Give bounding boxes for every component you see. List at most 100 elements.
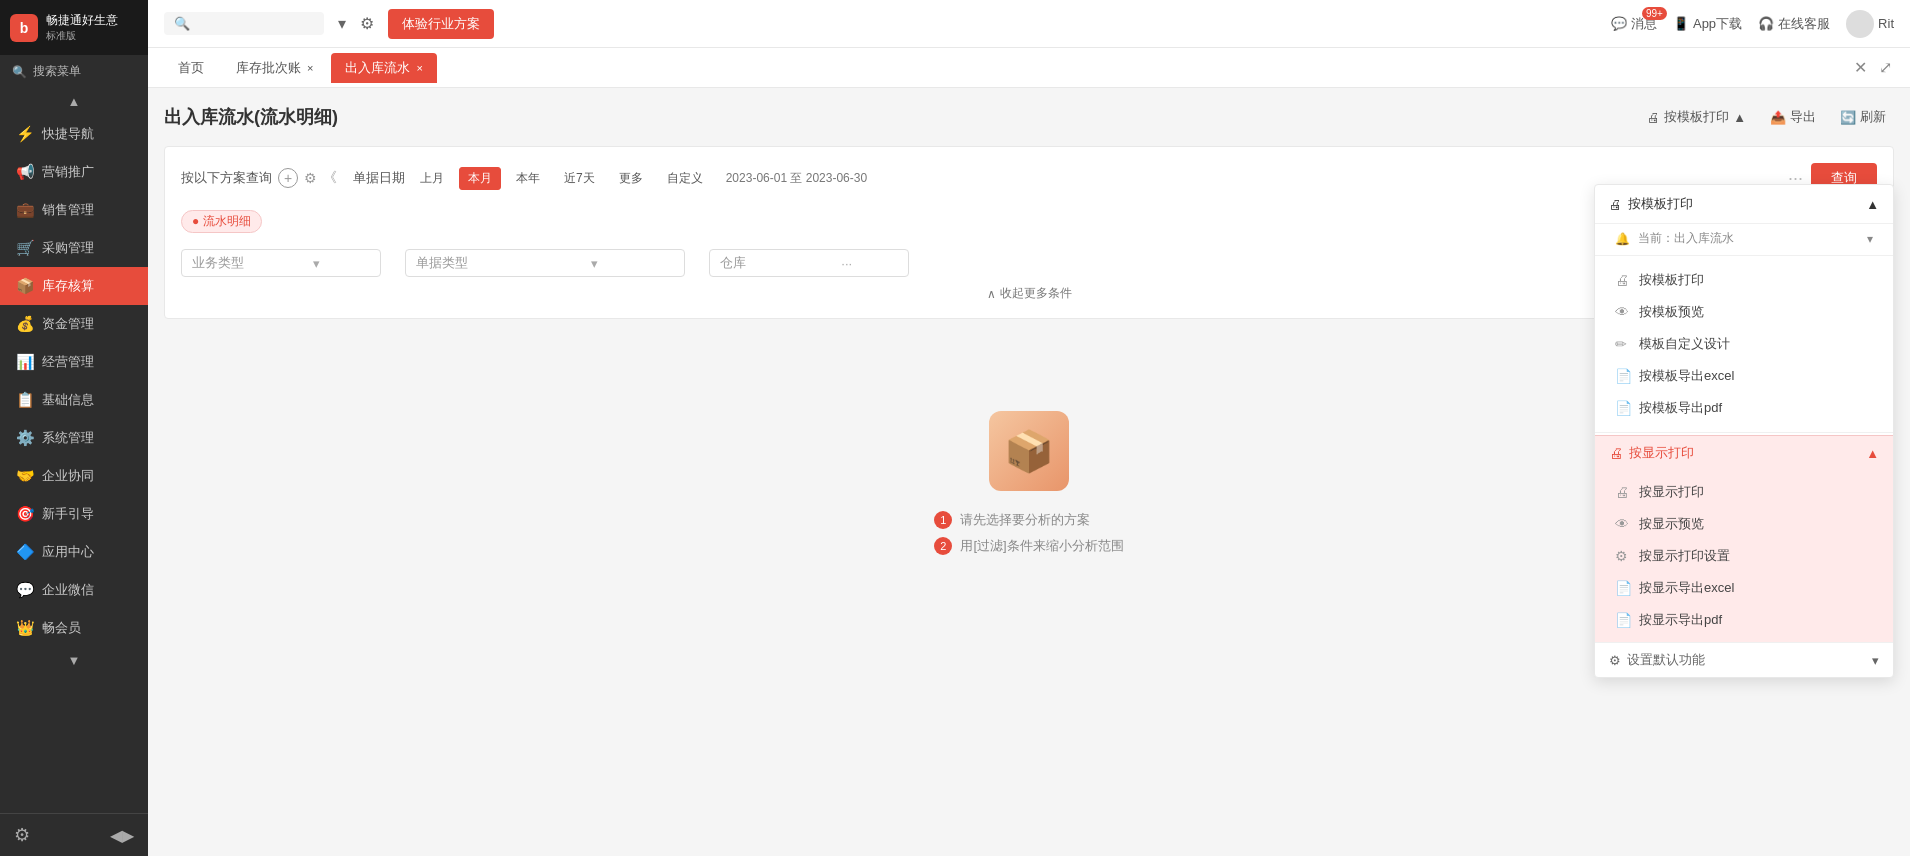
marketing-icon: 📢 bbox=[16, 163, 34, 181]
dropdown-template-excel[interactable]: 📄 按模板导出excel bbox=[1595, 360, 1893, 392]
sidebar-scroll-down[interactable]: ▼ bbox=[0, 647, 148, 674]
date-btn-more[interactable]: 更多 bbox=[610, 167, 652, 190]
window-close-btn[interactable]: ✕ bbox=[1852, 56, 1869, 79]
topbar-settings-icon[interactable]: ⚙ bbox=[356, 10, 378, 37]
dropdown-template-design[interactable]: ✏ 模板自定义设计 bbox=[1595, 328, 1893, 360]
export-icon: 📤 bbox=[1770, 110, 1786, 125]
window-expand-btn[interactable]: ⤢ bbox=[1877, 56, 1894, 79]
dropdown-display-preview[interactable]: 👁 按显示预览 bbox=[1595, 508, 1893, 540]
template-preview-icon: 👁 bbox=[1615, 304, 1631, 320]
dropdown-display-excel[interactable]: 📄 按显示导出excel bbox=[1595, 572, 1893, 604]
tab-home[interactable]: 首页 bbox=[164, 53, 218, 83]
sidebar-item-cooperation[interactable]: 🤝 企业协同 bbox=[0, 457, 148, 495]
sidebar-item-guide[interactable]: 🎯 新手引导 bbox=[0, 495, 148, 533]
filter-tag-flow-detail[interactable]: ● 流水明细 bbox=[181, 210, 262, 233]
step-1-num: 1 bbox=[934, 511, 952, 529]
warehouse-select[interactable]: 仓库 ··· bbox=[709, 249, 909, 277]
sidebar-item-finance[interactable]: 💰 资金管理 bbox=[0, 305, 148, 343]
wechat-icon: 💬 bbox=[16, 581, 34, 599]
topbar: 🔍 ▾ ⚙ 体验行业方案 💬 消息 99+ 📱 App下载 🎧 在线客服 bbox=[148, 0, 1910, 48]
headset-icon: 🎧 bbox=[1758, 16, 1774, 31]
divider-1 bbox=[1595, 255, 1893, 256]
display-settings-icon: ⚙ bbox=[1615, 548, 1631, 564]
date-btn-7days[interactable]: 近7天 bbox=[555, 167, 604, 190]
dropdown-display-pdf[interactable]: 📄 按显示导出pdf bbox=[1595, 604, 1893, 636]
footer-dropdown-icon: ▾ bbox=[1872, 653, 1879, 668]
sidebar-item-marketing[interactable]: 📢 营销推广 bbox=[0, 153, 148, 191]
topbar-dropdown-icon[interactable]: ▾ bbox=[334, 10, 350, 37]
app-download-icon: 📱 bbox=[1673, 16, 1689, 31]
print-button[interactable]: 🖨 按模板打印 ▲ bbox=[1639, 104, 1754, 130]
filter-section-label: 按以下方案查询 bbox=[181, 169, 272, 187]
topbar-message[interactable]: 💬 消息 99+ bbox=[1611, 15, 1657, 33]
biz-type-dropdown-icon: ▾ bbox=[313, 256, 370, 271]
date-btn-custom[interactable]: 自定义 bbox=[658, 167, 712, 190]
dropdown-template-print[interactable]: 🖨 按模板打印 bbox=[1595, 264, 1893, 296]
dropdown-template-pdf[interactable]: 📄 按模板导出pdf bbox=[1595, 392, 1893, 424]
sidebar: b 畅捷通好生意 标准版 🔍 搜索菜单 ▲ ⚡ 快捷导航 📢 营销推广 💼 销售… bbox=[0, 0, 148, 856]
sidebar-item-inventory[interactable]: 📦 库存核算 bbox=[0, 267, 148, 305]
sidebar-item-wechat[interactable]: 💬 企业微信 bbox=[0, 571, 148, 609]
tab-flow-close-icon[interactable]: × bbox=[416, 62, 422, 74]
guide-icon: 🎯 bbox=[16, 505, 34, 523]
display-print-header-icon: 🖨 bbox=[1609, 445, 1623, 461]
sidebar-collapse-icon[interactable]: ◀▶ bbox=[110, 826, 134, 845]
dropdown-display-print-header[interactable]: 🖨 按显示打印 ▲ bbox=[1595, 435, 1893, 470]
dropdown-footer[interactable]: ⚙ 设置默认功能 ▾ bbox=[1595, 642, 1893, 677]
sidebar-item-basic[interactable]: 📋 基础信息 bbox=[0, 381, 148, 419]
doc-type-dropdown-icon: ▾ bbox=[591, 256, 674, 271]
sidebar-search[interactable]: 🔍 搜索菜单 bbox=[0, 55, 148, 88]
topbar-online-service[interactable]: 🎧 在线客服 bbox=[1758, 15, 1830, 33]
trial-industry-button[interactable]: 体验行业方案 bbox=[388, 9, 494, 39]
display-print-collapse-icon: ▲ bbox=[1866, 446, 1879, 461]
template-pdf-icon: 📄 bbox=[1615, 400, 1631, 416]
sidebar-settings-icon[interactable]: ⚙ bbox=[14, 824, 30, 846]
user-name: Rit bbox=[1878, 16, 1894, 31]
tab-batch-close-icon[interactable]: × bbox=[307, 62, 313, 74]
dropdown-current-label[interactable]: 🔔 当前：出入库流水 ▾ bbox=[1595, 224, 1893, 253]
topbar-app-download[interactable]: 📱 App下载 bbox=[1673, 15, 1742, 33]
filter-setting-icon[interactable]: ⚙ bbox=[304, 170, 317, 186]
sidebar-item-sales[interactable]: 💼 销售管理 bbox=[0, 191, 148, 229]
dropdown-display-print[interactable]: 🖨 按显示打印 bbox=[1595, 476, 1893, 508]
page-actions: 🖨 按模板打印 ▲ 📤 导出 🔄 刷新 bbox=[1639, 104, 1894, 130]
add-filter-btn[interactable]: + bbox=[278, 168, 298, 188]
dropdown-template-preview[interactable]: 👁 按模板预览 bbox=[1595, 296, 1893, 328]
refresh-button[interactable]: 🔄 刷新 bbox=[1832, 104, 1894, 130]
sidebar-item-purchase[interactable]: 🛒 采购管理 bbox=[0, 229, 148, 267]
topbar-search-input[interactable] bbox=[196, 17, 314, 31]
export-button[interactable]: 📤 导出 bbox=[1762, 104, 1824, 130]
user-avatar bbox=[1846, 10, 1874, 38]
dropdown-display-settings[interactable]: ⚙ 按显示打印设置 bbox=[1595, 540, 1893, 572]
finance-icon: 💰 bbox=[16, 315, 34, 333]
window-controls: ✕ ⤢ bbox=[1852, 56, 1894, 79]
page-title: 出入库流水(流水明细) bbox=[164, 105, 338, 129]
doc-type-select[interactable]: 单据类型 ▾ bbox=[405, 249, 685, 277]
tab-batch-account[interactable]: 库存批次账 × bbox=[222, 53, 327, 83]
app-edition: 标准版 bbox=[46, 29, 118, 43]
print-dropdown-panel: 🖨 按模板打印 ▲ 🔔 当前：出入库流水 ▾ 🖨 按模板打印 👁 按 bbox=[1594, 184, 1894, 678]
collapse-arrow-icon: ∧ bbox=[987, 287, 996, 301]
template-design-icon: ✏ bbox=[1615, 336, 1631, 352]
sidebar-item-system[interactable]: ⚙️ 系统管理 bbox=[0, 419, 148, 457]
topbar-user[interactable]: Rit bbox=[1846, 10, 1894, 38]
sales-icon: 💼 bbox=[16, 201, 34, 219]
sidebar-scroll-up[interactable]: ▲ bbox=[0, 88, 148, 115]
biz-type-select[interactable]: 业务类型 ▾ bbox=[181, 249, 381, 277]
date-btn-last-month[interactable]: 上月 bbox=[411, 167, 453, 190]
warehouse-more-icon: ··· bbox=[841, 256, 898, 271]
template-print-icon: 🖨 bbox=[1615, 272, 1631, 288]
dropdown-header[interactable]: 🖨 按模板打印 ▲ bbox=[1595, 185, 1893, 224]
purchase-icon: 🛒 bbox=[16, 239, 34, 257]
sidebar-item-quick-nav[interactable]: ⚡ 快捷导航 bbox=[0, 115, 148, 153]
sidebar-item-vip[interactable]: 👑 畅会员 bbox=[0, 609, 148, 647]
display-excel-icon: 📄 bbox=[1615, 580, 1631, 596]
date-btn-this-month[interactable]: 本月 bbox=[459, 167, 501, 190]
sidebar-item-business[interactable]: 📊 经营管理 bbox=[0, 343, 148, 381]
date-btn-this-year[interactable]: 本年 bbox=[507, 167, 549, 190]
print-header-icon: 🖨 bbox=[1609, 197, 1622, 212]
tab-flow-detail[interactable]: 出入库流水 × bbox=[331, 53, 436, 83]
topbar-search-box[interactable]: 🔍 bbox=[164, 12, 324, 35]
sidebar-item-app-center[interactable]: 🔷 应用中心 bbox=[0, 533, 148, 571]
filter-collapse-icon[interactable]: 《 bbox=[323, 169, 337, 187]
